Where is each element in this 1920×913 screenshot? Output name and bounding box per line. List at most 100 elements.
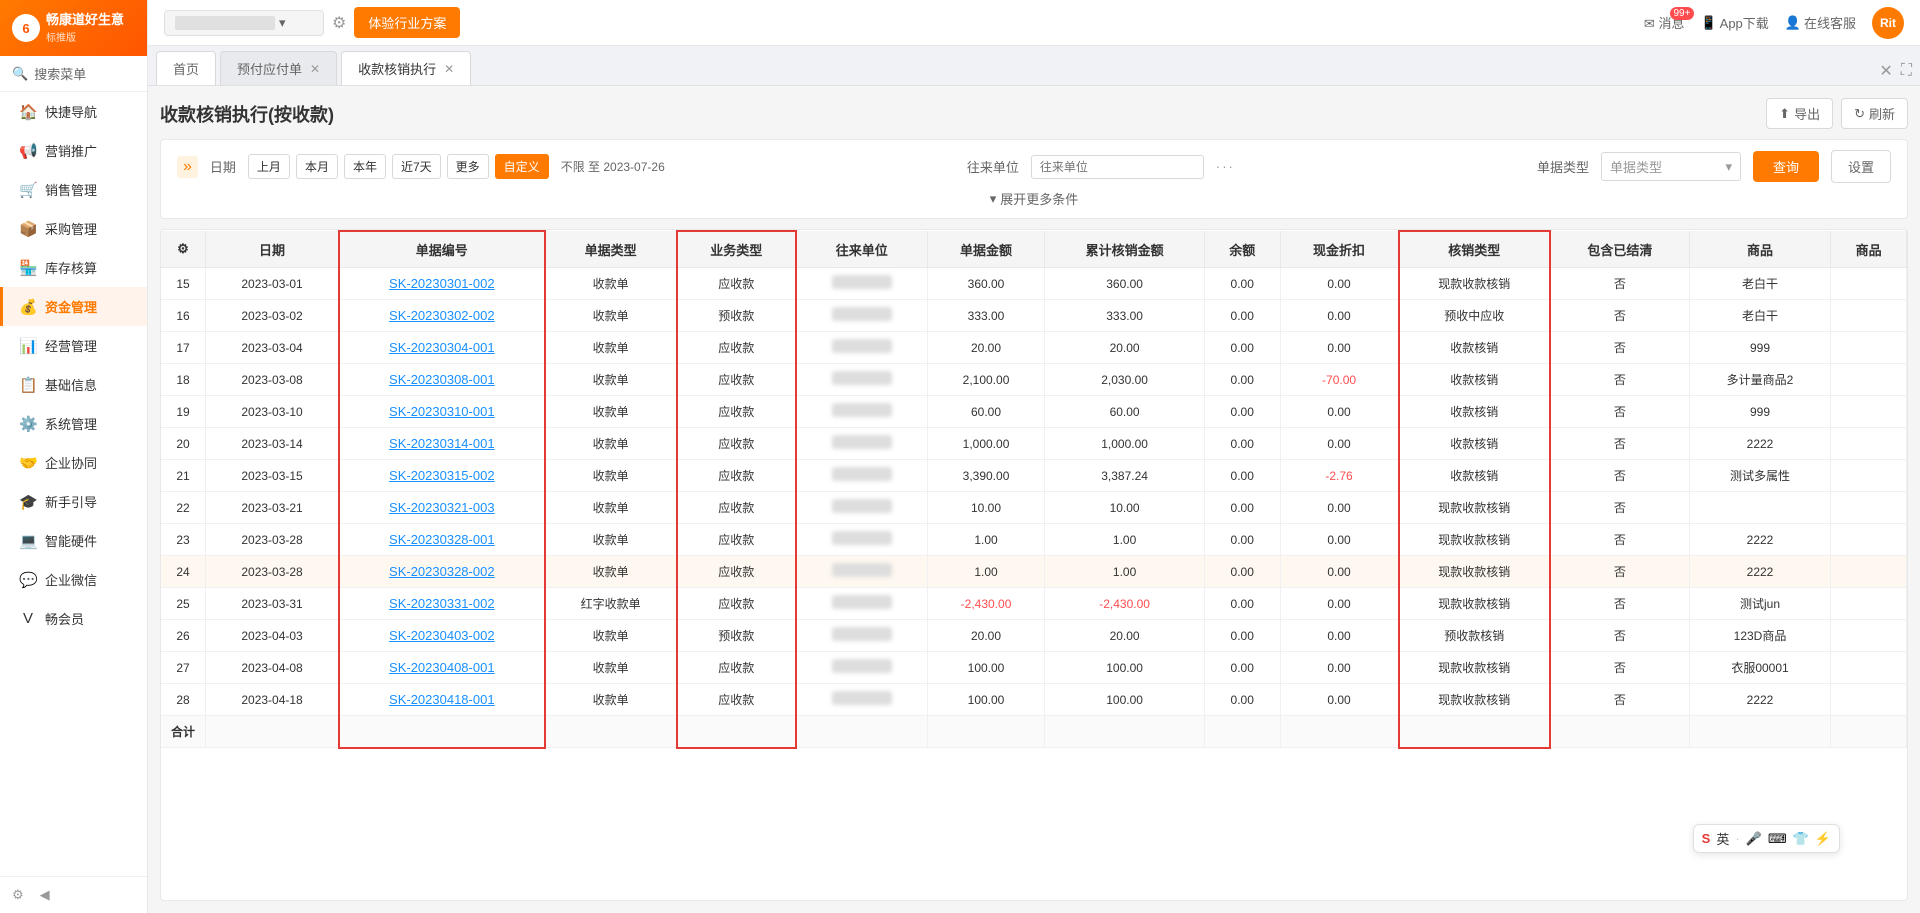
table-cell[interactable]: SK-20230314-001 — [339, 428, 544, 460]
refresh-button[interactable]: ↻ 刷新 — [1841, 98, 1908, 129]
company-select[interactable]: ▾ — [164, 10, 324, 36]
table-cell[interactable]: SK-20230408-001 — [339, 652, 544, 684]
table-cell — [1831, 460, 1907, 492]
sales-icon: 🛒 — [19, 181, 37, 199]
page-header: 收款核销执行(按收款) ⬆ 导出 ↻ 刷新 — [160, 98, 1908, 129]
table-cell: 预收款 — [677, 620, 796, 652]
table-cell[interactable]: SK-20230331-002 — [339, 588, 544, 620]
table-cell[interactable]: SK-20230418-001 — [339, 684, 544, 716]
date-this-year[interactable]: 本年 — [344, 154, 386, 179]
table-cell: 24 — [161, 556, 206, 588]
total-cell — [927, 716, 1045, 748]
sidebar-item-hardware[interactable]: 💻 智能硬件 — [0, 521, 147, 560]
tab-close-all-icon[interactable]: ✕ — [1879, 61, 1892, 81]
date-this-month[interactable]: 本月 — [296, 154, 338, 179]
keyboard-icon[interactable]: ⌨ — [1768, 831, 1787, 847]
tab-expand-icon[interactable]: ⛶ — [1901, 62, 1912, 80]
expand-conditions-button[interactable]: ▾ 展开更多条件 — [990, 189, 1079, 208]
col-settings[interactable]: ⚙ — [161, 231, 206, 268]
partner-input[interactable] — [1031, 155, 1204, 179]
table-cell: -2,430.00 — [1045, 588, 1205, 620]
sn-link[interactable]: SK-20230328-002 — [389, 564, 495, 579]
sn-link[interactable]: SK-20230308-001 — [389, 372, 495, 387]
sidebar-item-label: 畅会员 — [45, 609, 84, 628]
sn-link[interactable]: SK-20230304-001 — [389, 340, 495, 355]
table-cell: -70.00 — [1280, 364, 1398, 396]
date-last-month[interactable]: 上月 — [248, 154, 290, 179]
table-cell: 收款单 — [545, 428, 677, 460]
tab-collection[interactable]: 收款核销执行 ✕ — [341, 51, 471, 85]
settings-icon[interactable]: ⚙ — [12, 887, 24, 903]
sn-link[interactable]: SK-20230408-001 — [389, 660, 495, 675]
filter-expand-icon[interactable]: » — [177, 156, 198, 178]
sn-link[interactable]: SK-20230314-001 — [389, 436, 495, 451]
member-icon: V — [19, 610, 37, 627]
tab-home[interactable]: 首页 — [156, 51, 216, 85]
avatar[interactable]: Rit — [1872, 7, 1904, 39]
tab-advance-close[interactable]: ✕ — [310, 62, 320, 76]
lightning-icon[interactable]: ⚡ — [1815, 831, 1831, 847]
sn-link[interactable]: SK-20230418-001 — [389, 692, 495, 707]
table-cell[interactable]: SK-20230328-002 — [339, 556, 544, 588]
sn-link[interactable]: SK-20230321-003 — [389, 500, 495, 515]
table-cell: -2.76 — [1280, 460, 1398, 492]
sidebar-item-quick-nav[interactable]: 🏠 快捷导航 — [0, 92, 147, 131]
sn-link[interactable]: SK-20230328-001 — [389, 532, 495, 547]
table-cell[interactable]: SK-20230308-001 — [339, 364, 544, 396]
sidebar-item-sales[interactable]: 🛒 销售管理 — [0, 170, 147, 209]
sidebar-item-member[interactable]: V 畅会员 — [0, 599, 147, 638]
sn-link[interactable]: SK-20230310-001 — [389, 404, 495, 419]
sn-link[interactable]: SK-20230301-002 — [389, 276, 495, 291]
filter-row: » 日期 上月 本月 本年 近7天 更多 自定义 不限 至 2023-07-26… — [177, 150, 1891, 183]
receipt-type-select[interactable]: 单据类型 ▾ — [1601, 152, 1741, 181]
table-cell[interactable]: SK-20230310-001 — [339, 396, 544, 428]
enterprise-icon: 🤝 — [19, 454, 37, 472]
table-cell[interactable]: SK-20230328-001 — [339, 524, 544, 556]
query-button[interactable]: 查询 — [1753, 151, 1819, 182]
sidebar-item-finance[interactable]: 💰 资金管理 — [0, 287, 147, 326]
tab-advance[interactable]: 预付应付单 ✕ — [220, 51, 337, 85]
sidebar-item-marketing[interactable]: 📢 营销推广 — [0, 131, 147, 170]
settings-button[interactable]: 设置 — [1831, 150, 1891, 183]
collapse-icon[interactable]: ◀ — [40, 887, 50, 903]
sidebar-item-inventory[interactable]: 🏪 库存核算 — [0, 248, 147, 287]
date-more[interactable]: 更多 — [447, 154, 489, 179]
sidebar-item-enterprise[interactable]: 🤝 企业协同 — [0, 443, 147, 482]
table-cell[interactable]: SK-20230403-002 — [339, 620, 544, 652]
table-cell: 22 — [161, 492, 206, 524]
message-button[interactable]: ✉ 消息 99+ — [1644, 13, 1685, 32]
sidebar-item-purchase[interactable]: 📦 采购管理 — [0, 209, 147, 248]
mic-icon[interactable]: 🎤 — [1746, 831, 1762, 847]
table-cell: 否 — [1550, 428, 1689, 460]
sidebar-item-system[interactable]: ⚙️ 系统管理 — [0, 404, 147, 443]
export-button[interactable]: ⬆ 导出 — [1766, 98, 1833, 129]
table-cell[interactable]: SK-20230304-001 — [339, 332, 544, 364]
sidebar-item-operation[interactable]: 📊 经营管理 — [0, 326, 147, 365]
sidebar-item-wechat[interactable]: 💬 企业微信 — [0, 560, 147, 599]
table-row: 182023-03-08SK-20230308-001收款单应收款2,100.0… — [161, 364, 1907, 396]
table-cell[interactable]: SK-20230302-002 — [339, 300, 544, 332]
online-service-button[interactable]: 👤 在线客服 — [1785, 13, 1856, 32]
sidebar-item-basic[interactable]: 📋 基础信息 — [0, 365, 147, 404]
table-cell[interactable]: SK-20230321-003 — [339, 492, 544, 524]
tab-collection-close[interactable]: ✕ — [444, 62, 454, 76]
table-cell: 17 — [161, 332, 206, 364]
sn-link[interactable]: SK-20230331-002 — [389, 596, 495, 611]
table-cell[interactable]: SK-20230315-002 — [339, 460, 544, 492]
search-menu[interactable]: 🔍 搜索菜单 — [0, 56, 147, 92]
sn-link[interactable]: SK-20230403-002 — [389, 628, 495, 643]
date-custom[interactable]: 自定义 — [495, 154, 549, 179]
chevron-down-icon: ▾ — [1725, 159, 1732, 175]
solution-button[interactable]: 体验行业方案 — [354, 7, 460, 38]
gear-icon[interactable]: ⚙ — [332, 13, 346, 33]
table-cell: 18 — [161, 364, 206, 396]
sidebar-item-guide[interactable]: 🎓 新手引导 — [0, 482, 147, 521]
table-cell[interactable]: SK-20230301-002 — [339, 268, 544, 300]
date-7days[interactable]: 近7天 — [392, 154, 441, 179]
shirt-icon[interactable]: 👕 — [1793, 831, 1809, 847]
sn-link[interactable]: SK-20230315-002 — [389, 468, 495, 483]
app-download-button[interactable]: 📱 App下载 — [1700, 13, 1768, 32]
tab-home-label: 首页 — [173, 59, 199, 78]
sn-link[interactable]: SK-20230302-002 — [389, 308, 495, 323]
table-cell — [796, 492, 927, 524]
